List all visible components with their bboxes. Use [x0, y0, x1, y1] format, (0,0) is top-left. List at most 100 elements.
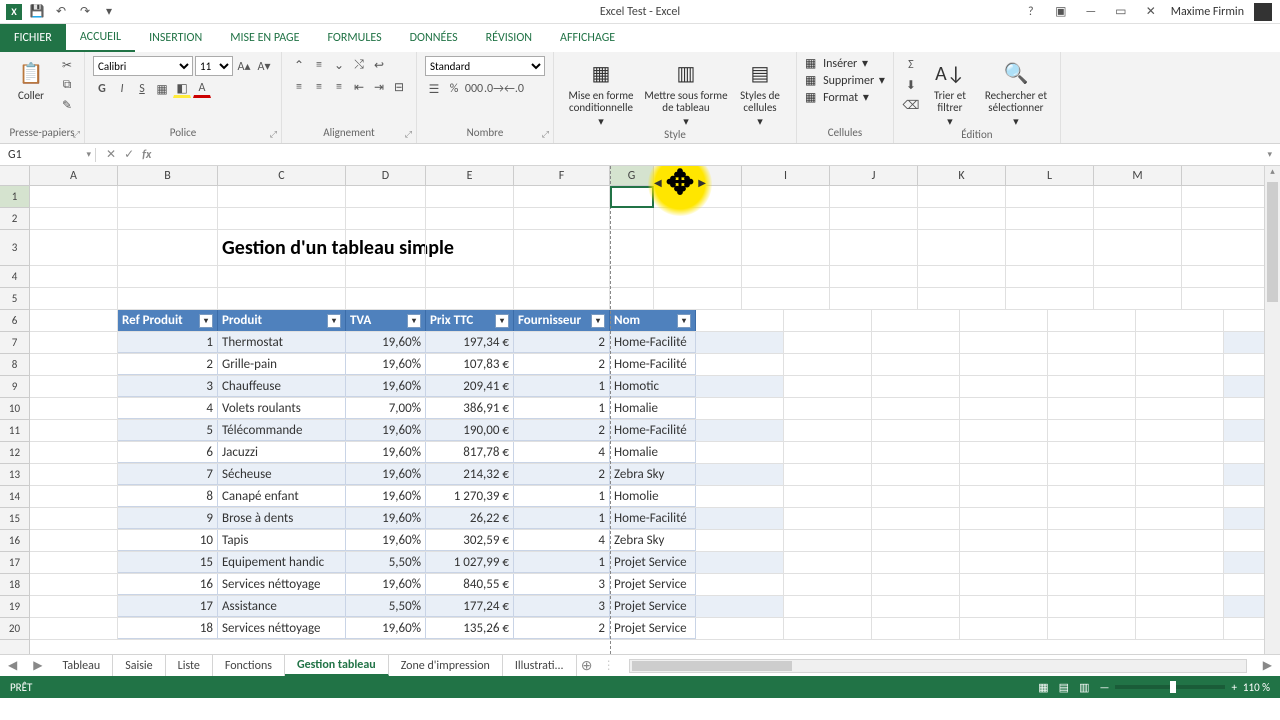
table-cell[interactable]: Home-Facilité — [610, 354, 696, 375]
col-header-K[interactable]: K — [918, 166, 1006, 185]
sheet-tab[interactable]: Tableau — [50, 655, 113, 676]
table-cell[interactable]: Zebra Sky — [610, 464, 696, 485]
table-cell[interactable]: Tapis — [218, 530, 346, 551]
percent-icon[interactable]: % — [445, 80, 463, 98]
table-cell[interactable]: Services néttoyage — [218, 574, 346, 595]
table-cell[interactable]: Brose à dents — [218, 508, 346, 529]
merge-center-icon[interactable]: ⊟ — [390, 78, 408, 96]
redo-icon[interactable]: ↷ — [76, 3, 94, 21]
table-cell[interactable]: 2 — [514, 420, 610, 441]
underline-button[interactable]: S — [133, 80, 151, 98]
close-icon[interactable]: ✕ — [1141, 4, 1161, 19]
row-header-13[interactable]: 13 — [0, 464, 29, 486]
table-cell[interactable]: 19,60% — [346, 464, 426, 485]
row-header-1[interactable]: 1 — [0, 186, 29, 208]
table-cell[interactable]: 8 — [118, 486, 218, 507]
filter-icon[interactable]: ▾ — [327, 314, 341, 328]
table-cell[interactable]: 2 — [514, 332, 610, 353]
format-button[interactable]: ▦ Format ▾ — [805, 90, 869, 105]
enter-formula-icon[interactable]: ✓ — [124, 147, 134, 162]
table-cell[interactable]: 1 — [514, 376, 610, 397]
increase-font-icon[interactable]: A▴ — [235, 57, 253, 75]
table-cell[interactable]: 1 — [118, 332, 218, 353]
table-cell[interactable]: Télécommande — [218, 420, 346, 441]
spreadsheet-grid[interactable]: ABCDEFGHIJKLM 12345678910111213141516171… — [0, 166, 1280, 654]
col-header-D[interactable]: D — [346, 166, 426, 185]
column-headers[interactable]: ABCDEFGHIJKLM — [30, 166, 1264, 186]
format-painter-icon[interactable]: ✎ — [58, 96, 76, 114]
row-header-2[interactable]: 2 — [0, 208, 29, 230]
row-header-6[interactable]: 6 — [0, 310, 29, 332]
col-header-G[interactable]: G — [610, 166, 654, 185]
row-header-15[interactable]: 15 — [0, 508, 29, 530]
table-cell[interactable]: 19,60% — [346, 574, 426, 595]
decrease-decimal-icon[interactable]: ←.0 — [505, 80, 523, 98]
table-cell[interactable]: Services néttoyage — [218, 618, 346, 639]
table-cell[interactable]: Home-Facilité — [610, 332, 696, 353]
table-cell[interactable]: 5,50% — [346, 596, 426, 617]
table-cell[interactable]: 4 — [514, 530, 610, 551]
table-cell[interactable]: 5 — [118, 420, 218, 441]
table-cell[interactable]: Homalie — [610, 442, 696, 463]
table-cell[interactable]: 135,26 € — [426, 618, 514, 639]
comma-icon[interactable]: 000 — [465, 80, 483, 98]
table-cell[interactable]: Thermostat — [218, 332, 346, 353]
table-header[interactable]: Produit▾ — [218, 310, 346, 331]
table-cell[interactable]: 19,60% — [346, 486, 426, 507]
orientation-icon[interactable]: ⤭ — [350, 56, 368, 74]
table-cell[interactable]: 1 — [514, 398, 610, 419]
sheet-tab[interactable]: Gestion tableau — [285, 655, 389, 676]
row-header-9[interactable]: 9 — [0, 376, 29, 398]
expand-formula-bar-icon[interactable]: ▾ — [1259, 149, 1280, 160]
table-cell[interactable]: 1 027,99 € — [426, 552, 514, 573]
delete-button[interactable]: ▦ Supprimer ▾ — [805, 73, 885, 88]
font-name-select[interactable]: Calibri — [93, 56, 193, 76]
table-cell[interactable]: Projet Service — [610, 596, 696, 617]
table-cell[interactable]: 302,59 € — [426, 530, 514, 551]
find-select-button[interactable]: 🔍Rechercher et sélectionner▾ — [980, 56, 1052, 128]
table-cell[interactable]: 18 — [118, 618, 218, 639]
tab-formulas[interactable]: FORMULES — [314, 24, 396, 52]
table-cell[interactable]: 2 — [118, 354, 218, 375]
col-header-A[interactable]: A — [30, 166, 118, 185]
insert-function-icon[interactable]: fx — [142, 148, 151, 162]
table-cell[interactable]: 19,60% — [346, 508, 426, 529]
table-cell[interactable]: Zebra Sky — [610, 530, 696, 551]
row-header-18[interactable]: 18 — [0, 574, 29, 596]
paste-button[interactable]: 📋 Coller — [8, 56, 54, 102]
cut-icon[interactable]: ✂ — [58, 56, 76, 74]
maximize-icon[interactable]: ▭ — [1111, 4, 1131, 19]
user-avatar-icon[interactable] — [1254, 3, 1272, 21]
table-cell[interactable]: 7,00% — [346, 398, 426, 419]
col-header-B[interactable]: B — [118, 166, 218, 185]
tab-review[interactable]: RÉVISION — [472, 24, 546, 52]
select-all-corner[interactable] — [0, 166, 30, 186]
filter-icon[interactable]: ▾ — [199, 314, 213, 328]
horizontal-scrollbar[interactable] — [629, 659, 1247, 673]
row-header-10[interactable]: 10 — [0, 398, 29, 420]
tab-home[interactable]: ACCUEIL — [66, 24, 135, 52]
conditional-formatting-button[interactable]: ▦Mise en forme conditionnelle▾ — [562, 56, 640, 128]
table-cell[interactable]: 17 — [118, 596, 218, 617]
insert-button[interactable]: ▦ Insérer ▾ — [805, 56, 868, 71]
ribbon-display-icon[interactable]: ▣ — [1051, 4, 1071, 19]
filter-icon[interactable]: ▾ — [407, 314, 421, 328]
row-header-11[interactable]: 11 — [0, 420, 29, 442]
table-cell[interactable]: 2 — [514, 354, 610, 375]
table-cell[interactable]: 19,60% — [346, 442, 426, 463]
table-cell[interactable]: Projet Service — [610, 574, 696, 595]
table-cell[interactable]: Home-Facilité — [610, 508, 696, 529]
row-header-8[interactable]: 8 — [0, 354, 29, 376]
sheet-nav-prev-icon[interactable]: ◀ — [0, 658, 25, 673]
col-header-M[interactable]: M — [1094, 166, 1182, 185]
table-cell[interactable]: Assistance — [218, 596, 346, 617]
autosum-icon[interactable]: Σ — [902, 56, 920, 74]
table-cell[interactable]: 6 — [118, 442, 218, 463]
table-cell[interactable]: 5,50% — [346, 552, 426, 573]
row-header-3[interactable]: 3 — [0, 230, 29, 266]
table-cell[interactable]: 1 — [514, 552, 610, 573]
row-header-16[interactable]: 16 — [0, 530, 29, 552]
table-cell[interactable]: 19,60% — [346, 376, 426, 397]
table-cell[interactable]: 214,32 € — [426, 464, 514, 485]
row-header-20[interactable]: 20 — [0, 618, 29, 640]
